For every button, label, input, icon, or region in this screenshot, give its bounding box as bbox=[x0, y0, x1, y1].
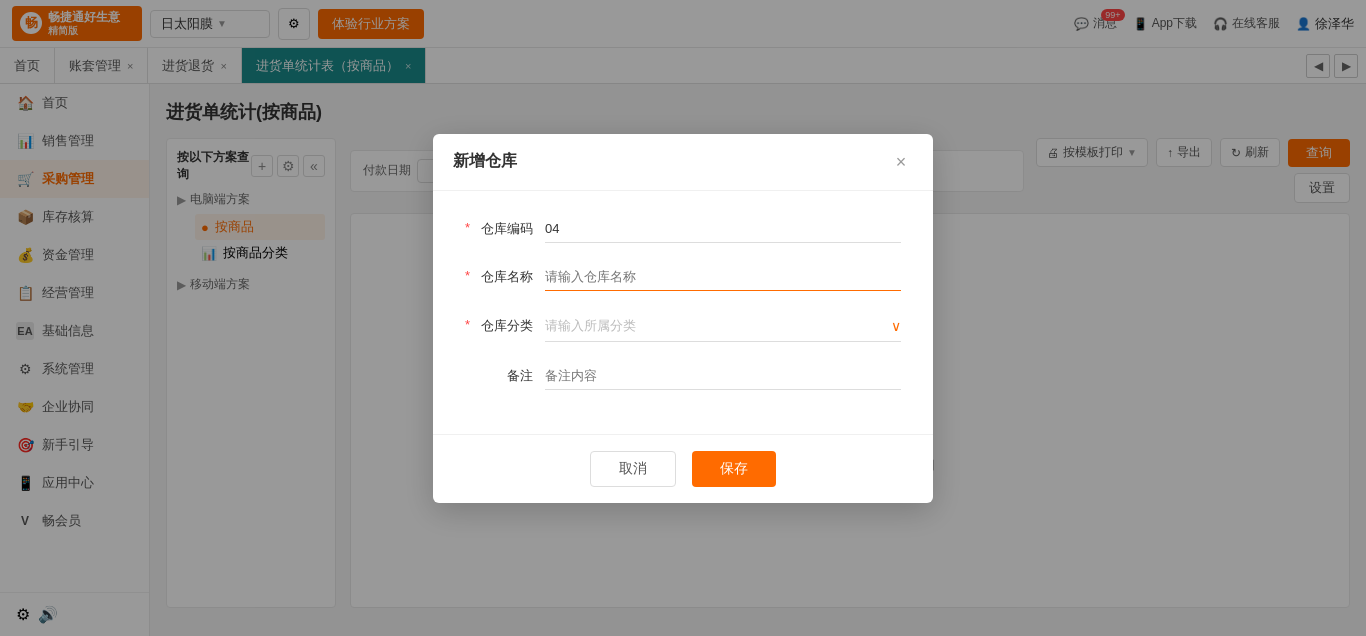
warehouse-category-select[interactable]: 请输入所属分类 ∨ bbox=[545, 311, 901, 342]
modal-header: 新增仓库 × bbox=[433, 134, 933, 191]
save-button[interactable]: 保存 bbox=[692, 451, 776, 487]
warehouse-category-field: 仓库分类 请输入所属分类 ∨ bbox=[465, 311, 901, 342]
category-chevron-icon: ∨ bbox=[891, 318, 901, 334]
cancel-button[interactable]: 取消 bbox=[590, 451, 676, 487]
warehouse-note-input[interactable] bbox=[545, 362, 901, 390]
warehouse-note-label: 备注 bbox=[465, 367, 545, 385]
warehouse-name-input[interactable] bbox=[545, 263, 901, 291]
modal-title: 新增仓库 bbox=[453, 151, 517, 172]
modal-overlay: 新增仓库 × 仓库编码 仓库名称 仓库分类 请输入所属分类 ∨ bbox=[0, 0, 1366, 636]
warehouse-category-label: 仓库分类 bbox=[465, 317, 545, 335]
warehouse-name-field: 仓库名称 bbox=[465, 263, 901, 291]
modal-close-button[interactable]: × bbox=[889, 150, 913, 174]
warehouse-code-field: 仓库编码 bbox=[465, 215, 901, 243]
warehouse-note-field: 备注 bbox=[465, 362, 901, 390]
warehouse-code-label: 仓库编码 bbox=[465, 220, 545, 238]
modal-footer: 取消 保存 bbox=[433, 434, 933, 503]
warehouse-name-label: 仓库名称 bbox=[465, 268, 545, 286]
add-warehouse-modal: 新增仓库 × 仓库编码 仓库名称 仓库分类 请输入所属分类 ∨ bbox=[433, 134, 933, 503]
category-placeholder: 请输入所属分类 bbox=[545, 317, 636, 335]
warehouse-code-input[interactable] bbox=[545, 215, 901, 243]
modal-body: 仓库编码 仓库名称 仓库分类 请输入所属分类 ∨ 备注 bbox=[433, 191, 933, 434]
